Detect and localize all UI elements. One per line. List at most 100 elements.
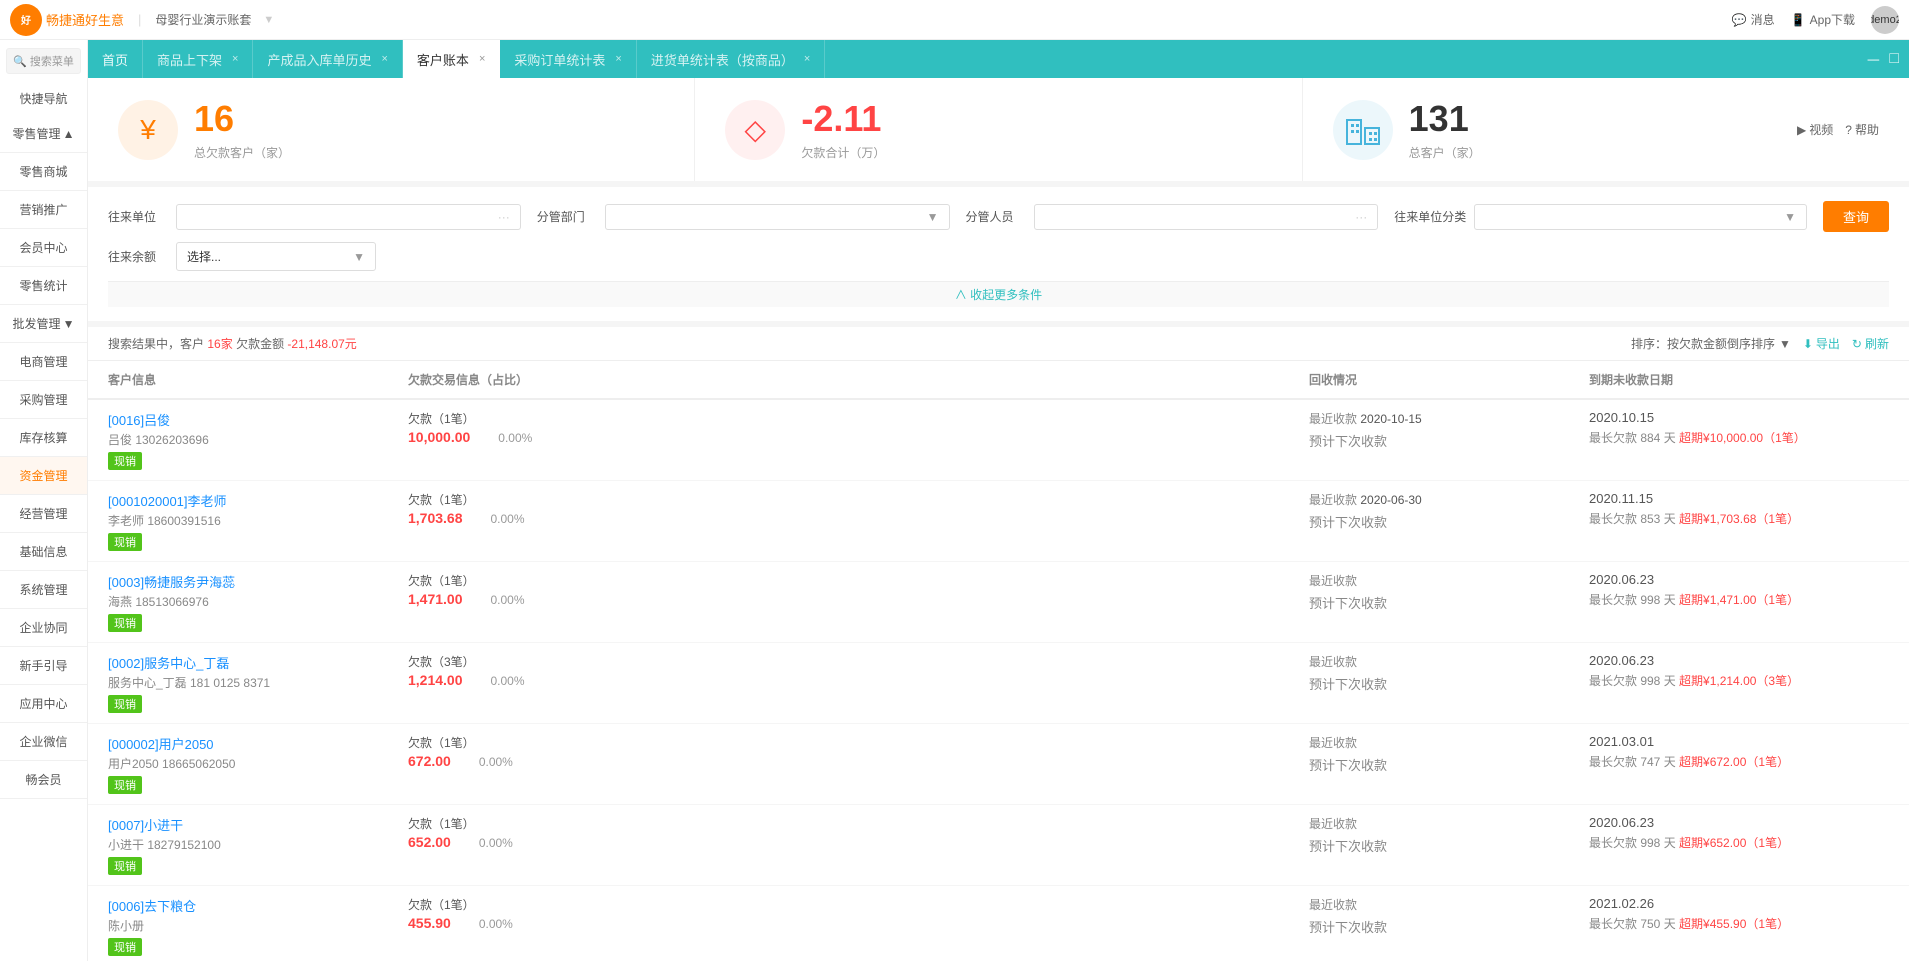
customer-phone: 陈小册 (108, 917, 408, 934)
source-unit-category-select[interactable]: ▼ (1474, 204, 1807, 230)
tab-maximize-button[interactable]: □ (1889, 50, 1899, 68)
customer-name-link[interactable]: [0001020001]李老师 (108, 491, 408, 510)
logo-area: 好 畅捷通好生意 (10, 4, 124, 36)
sidebar-item-finance[interactable]: 资金管理 (0, 457, 87, 495)
refresh-button[interactable]: ↻ 刷新 (1852, 335, 1889, 352)
sidebar-item-inventory[interactable]: 库存核算 (0, 419, 87, 457)
overdue-link[interactable]: 超期¥1,703.68（1笔） (1679, 512, 1799, 526)
header-expire-date: 到期未收款日期 (1589, 371, 1889, 388)
tab-purchase-order-close[interactable]: × (615, 53, 621, 65)
overdue-link[interactable]: 超期¥10,000.00（1笔） (1679, 431, 1806, 445)
collapse-label: 收起更多条件 (970, 288, 1042, 302)
sidebar-item-operations[interactable]: 经营管理 (0, 495, 87, 533)
tab-customer-account[interactable]: 客户账本 × (403, 40, 500, 78)
sidebar-item-corp-wechat[interactable]: 企业微信 (0, 723, 87, 761)
sidebar-item-vip[interactable]: 畅会员 (0, 761, 87, 799)
sidebar-item-retail-stats[interactable]: 零售统计 (0, 267, 87, 305)
header-return-status: 回收情况 (1309, 371, 1589, 388)
source-unit-input[interactable]: ··· (176, 204, 521, 230)
debt-percent: 0.00% (479, 917, 513, 931)
tab-product-offshelf-close[interactable]: × (232, 53, 238, 65)
tab-minimize-button[interactable]: － (1865, 47, 1881, 71)
debt-percent: 0.00% (498, 431, 532, 445)
expire-date: 2020.10.15 (1589, 410, 1889, 425)
system-label: 系统管理 (19, 583, 67, 597)
balance-select[interactable]: 选择... ▼ (176, 242, 376, 271)
return-col: 最近收款 预计下次收款 (1309, 734, 1589, 774)
logo-icon: 好 (10, 4, 42, 36)
customer-info-col: [000002]用户2050 用户2050 18665062050 现销 (108, 734, 408, 794)
help-btn[interactable]: ? 帮助 (1845, 121, 1879, 138)
tab-home[interactable]: 首页 (88, 40, 143, 78)
tab-purchase-stats[interactable]: 进货单统计表（按商品） × (637, 40, 825, 78)
customer-name-link[interactable]: [0007]小进干 (108, 815, 408, 834)
operations-label: 经营管理 (19, 507, 67, 521)
tab-purchase-stats-label: 进货单统计表（按商品） (651, 50, 794, 69)
finance-label: 资金管理 (19, 469, 67, 483)
sidebar-search[interactable]: 🔍 搜索菜单 (0, 40, 87, 82)
search-placeholder: 搜索菜单 (30, 56, 74, 68)
expire-date: 2021.02.26 (1589, 896, 1889, 911)
sidebar-item-apps[interactable]: 应用中心 (0, 685, 87, 723)
tab-purchase-order[interactable]: 采购订单统计表 × (500, 40, 636, 78)
search-menu-input[interactable]: 🔍 搜索菜单 (6, 48, 81, 74)
tab-purchase-stats-close[interactable]: × (804, 53, 810, 65)
overdue-link[interactable]: 超期¥455.90（1笔） (1679, 917, 1789, 931)
collapse-button[interactable]: ∧ 收起更多条件 (108, 281, 1889, 307)
data-table: 客户信息 欠款交易信息（占比） 回收情况 到期未收款日期 [0016]吕俊 吕俊… (88, 361, 1909, 961)
manager-input[interactable]: ··· (1034, 204, 1379, 230)
tab-product-offshelf[interactable]: 商品上下架 × (143, 40, 253, 78)
table-row: [0006]去下粮仓 陈小册 现销 欠款（1笔） 455.90 0.00% (88, 886, 1909, 961)
avatar[interactable]: demo2 (1871, 6, 1899, 34)
expire-date: 2021.03.01 (1589, 734, 1889, 749)
app-download-button[interactable]: 📱 App下载 (1791, 11, 1855, 28)
sidebar-item-enterprise[interactable]: 企业协同 (0, 609, 87, 647)
customer-name-link[interactable]: [0006]去下粮仓 (108, 896, 408, 915)
inventory-label: 库存核算 (19, 431, 67, 445)
return-col: 最近收款 2020-10-15 预计下次收款 (1309, 410, 1589, 450)
customer-name-link[interactable]: [0016]吕俊 (108, 410, 408, 429)
sidebar-item-marketing[interactable]: 营销推广 (0, 191, 87, 229)
overdue-link[interactable]: 超期¥1,214.00（3笔） (1679, 674, 1799, 688)
video-btn[interactable]: ▶ 视频 (1797, 121, 1833, 138)
sidebar-item-member[interactable]: 会员中心 (0, 229, 87, 267)
source-unit-category-label: 往来单位分类 (1394, 208, 1466, 225)
balance-label: 往来余额 (108, 248, 168, 265)
sidebar-item-basic-info[interactable]: 基础信息 (0, 533, 87, 571)
debt-amount: 10,000.00 (408, 429, 470, 445)
sidebar-item-retail-store[interactable]: 零售商城 (0, 153, 87, 191)
sidebar-item-retail-mgmt[interactable]: 零售管理 ▲ (0, 115, 87, 153)
export-button[interactable]: ⬇ 导出 (1803, 335, 1840, 352)
sidebar-item-ecommerce[interactable]: 电商管理 (0, 343, 87, 381)
customer-tag: 现销 (108, 938, 142, 956)
building-icon (1343, 110, 1383, 150)
app-download-label: App下载 (1810, 11, 1855, 28)
app-icon: 📱 (1791, 13, 1806, 27)
sort-select[interactable]: 排序：按欠款金额倒序排序 ▼ (1631, 335, 1791, 352)
corp-wechat-label: 企业微信 (19, 735, 67, 749)
table-row: [0007]小进干 小进干 18279152100 现销 欠款（1笔） 652.… (88, 805, 1909, 886)
sidebar-item-quick-nav[interactable]: 快捷导航 (0, 82, 87, 115)
customer-tag: 现销 (108, 452, 142, 470)
customer-name-link[interactable]: [0003]畅捷服务尹海蕊 (108, 572, 408, 591)
overdue-link[interactable]: 超期¥672.00（1笔） (1679, 755, 1789, 769)
message-label: 消息 (1751, 11, 1775, 28)
sidebar-item-batch-mgmt[interactable]: 批发管理 ▼ (0, 305, 87, 343)
customer-name-link[interactable]: [000002]用户2050 (108, 734, 408, 753)
last-payment: 最近收款 2020-10-15 (1309, 410, 1589, 427)
tab-customer-account-close[interactable]: × (479, 53, 485, 65)
expire-detail: 最长欠款 750 天 超期¥455.90（1笔） (1589, 915, 1889, 932)
tab-product-history-close[interactable]: × (381, 53, 387, 65)
tab-product-history[interactable]: 产成品入库单历史 × (253, 40, 402, 78)
sidebar-item-purchase[interactable]: 采购管理 (0, 381, 87, 419)
message-button[interactable]: 💬 消息 (1732, 11, 1775, 28)
customer-name-link[interactable]: [0002]服务中心_丁磊 (108, 653, 408, 672)
overdue-link[interactable]: 超期¥1,471.00（1笔） (1679, 593, 1799, 607)
message-icon: 💬 (1732, 13, 1747, 27)
sidebar-item-newbie[interactable]: 新手引导 (0, 647, 87, 685)
last-payment: 最近收款 (1309, 653, 1589, 670)
overdue-link[interactable]: 超期¥652.00（1笔） (1679, 836, 1789, 850)
query-button[interactable]: 查询 (1823, 201, 1889, 232)
sidebar-item-system[interactable]: 系统管理 (0, 571, 87, 609)
dept-select[interactable]: ▼ (605, 204, 950, 230)
